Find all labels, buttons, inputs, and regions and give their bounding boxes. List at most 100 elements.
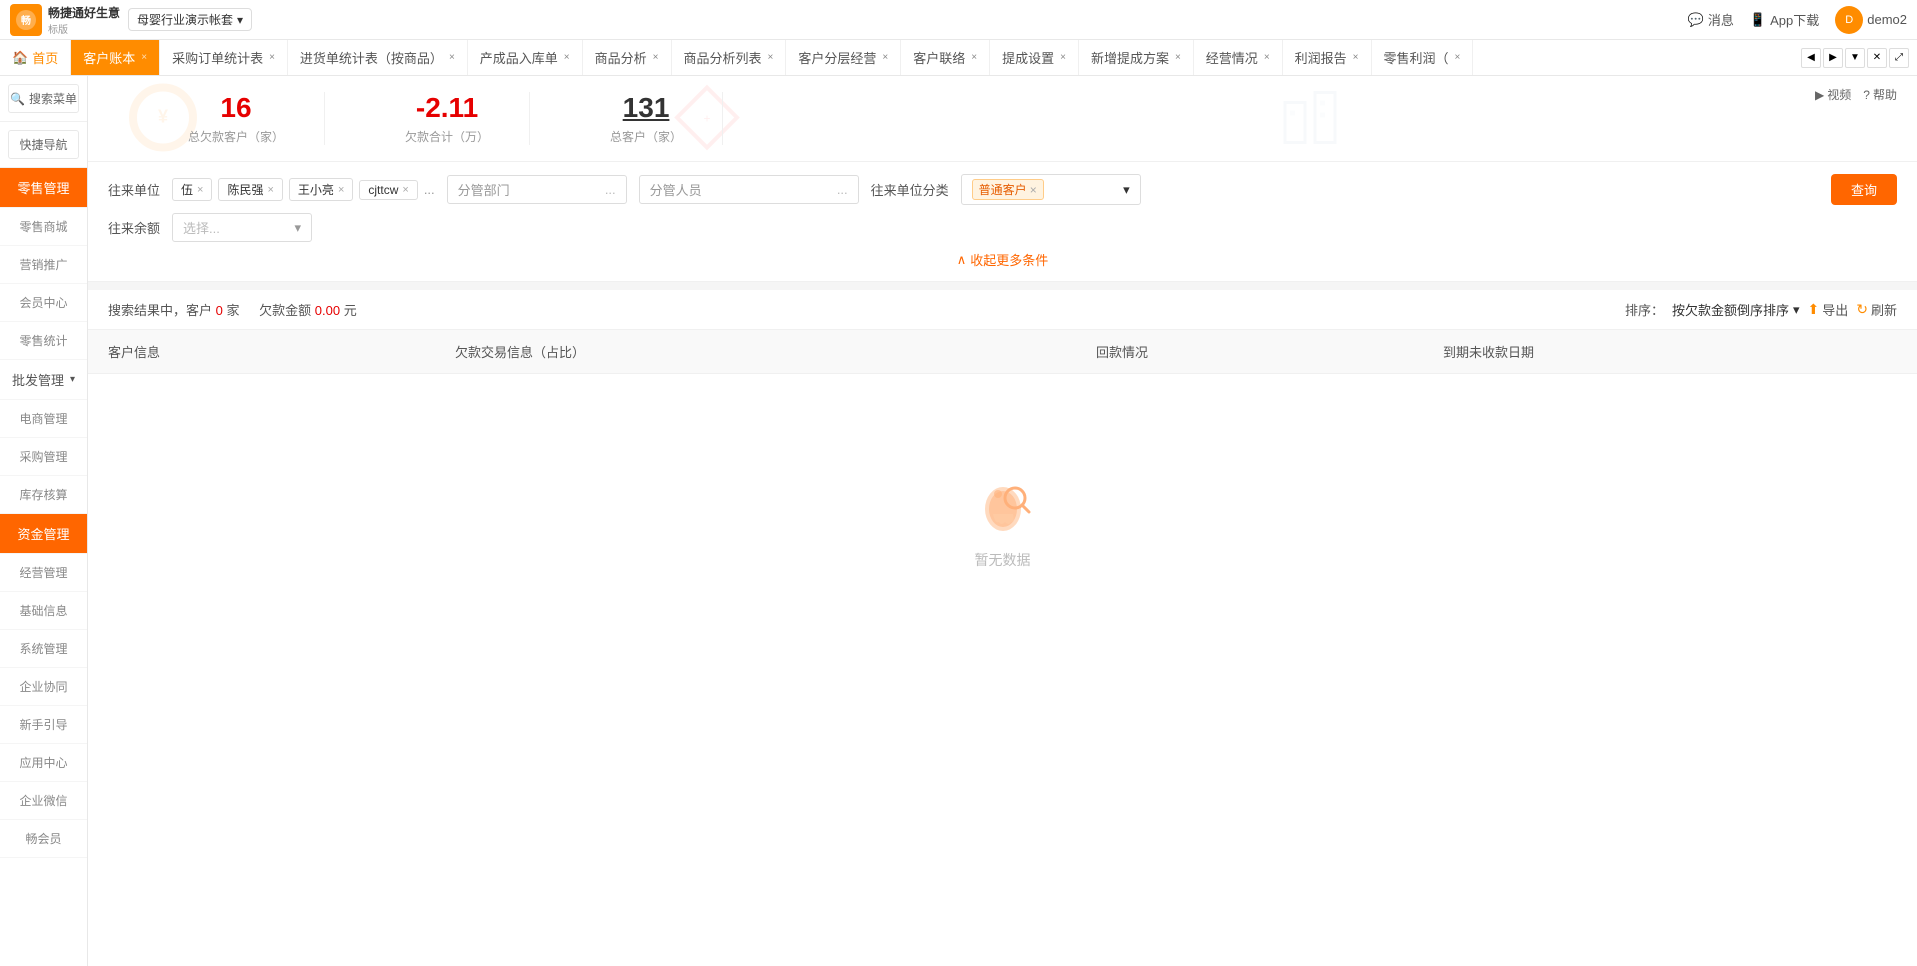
- sidebar-item-enterprise-wechat[interactable]: 企业微信: [0, 782, 87, 820]
- tab-production-in[interactable]: 产成品入库单 ×: [468, 40, 583, 76]
- sidebar-item-basic-info[interactable]: 基础信息: [0, 592, 87, 630]
- tab-home-label: 首页: [32, 48, 58, 67]
- close-icon[interactable]: ×: [1353, 52, 1359, 63]
- sidebar-item-capital-mgmt-label: 资金管理: [17, 524, 69, 543]
- refresh-btn[interactable]: ↻ 刷新: [1856, 300, 1897, 319]
- tab-next-btn[interactable]: ▶: [1823, 48, 1843, 68]
- amount-filter-label: 往来余额: [108, 218, 160, 237]
- empty-state: 暂无数据: [88, 374, 1917, 650]
- sidebar-item-system-mgmt-label: 系统管理: [19, 640, 67, 657]
- tab-close-all-btn[interactable]: ✕: [1867, 48, 1887, 68]
- sidebar-quick-area: 快捷导航: [0, 122, 87, 168]
- sidebar-item-inventory-check[interactable]: 库存核算: [0, 476, 87, 514]
- person-filter-select[interactable]: 分管人员 ...: [639, 175, 859, 204]
- close-icon[interactable]: ×: [653, 52, 659, 63]
- help-label: 帮助: [1873, 86, 1897, 103]
- tab-retail-profit[interactable]: 零售利润（ ×: [1372, 40, 1474, 76]
- close-icon[interactable]: ×: [768, 52, 774, 63]
- sidebar-item-retail-mgmt[interactable]: 零售管理: [0, 168, 87, 208]
- remove-tag-wang-btn[interactable]: ×: [338, 184, 344, 196]
- collapse-btn[interactable]: ∧ 收起更多条件: [957, 250, 1049, 269]
- sort-select[interactable]: 按欠款金额倒序排序 ▾: [1672, 300, 1800, 319]
- sidebar-item-wholesale-mgmt[interactable]: 批发管理 ▾: [0, 360, 87, 400]
- remove-tag-cj-btn[interactable]: ×: [402, 184, 408, 196]
- close-icon[interactable]: ×: [1175, 52, 1181, 63]
- tab-purchase-order[interactable]: 采购订单统计表 ×: [160, 40, 288, 76]
- message-label: 消息: [1708, 10, 1734, 29]
- filter-more-btn[interactable]: ...: [424, 182, 435, 197]
- remove-tag-wu-btn[interactable]: ×: [197, 184, 203, 196]
- sidebar-item-biz-mgmt[interactable]: 经营管理: [0, 554, 87, 592]
- tab-customer-contact[interactable]: 客户联络 ×: [901, 40, 990, 76]
- tab-goods-analysis[interactable]: 商品分析 ×: [583, 40, 672, 76]
- classify-filter-select[interactable]: 普通客户 × ▾: [961, 174, 1141, 205]
- sidebar-item-purchase-mgmt[interactable]: 采购管理: [0, 438, 87, 476]
- export-btn[interactable]: ⬆ 导出: [1808, 300, 1849, 319]
- chevron-down-icon: ▾: [1123, 182, 1130, 198]
- tab-customer-book[interactable]: 客户账本 ×: [71, 40, 160, 76]
- tab-stock-in[interactable]: 进货单统计表（按商品） ×: [288, 40, 468, 76]
- stat-total-customers2: 131 总客户（家）: [530, 92, 723, 145]
- message-btn[interactable]: 💬 消息: [1688, 10, 1734, 29]
- dept-filter-select[interactable]: 分管部门 ...: [447, 175, 627, 204]
- video-link[interactable]: ▶ 视频: [1815, 86, 1851, 103]
- sidebar-item-marketing[interactable]: 营销推广: [0, 246, 87, 284]
- remove-tag-chen-btn[interactable]: ×: [267, 184, 273, 196]
- sidebar-item-vip-member[interactable]: 畅会员: [0, 820, 87, 858]
- sidebar-item-app-center[interactable]: 应用中心: [0, 744, 87, 782]
- tab-fullscreen-btn[interactable]: ⤢: [1889, 48, 1909, 68]
- tab-purchase-order-label: 采购订单统计表: [172, 48, 263, 67]
- tab-raise-settings[interactable]: 提成设置 ×: [990, 40, 1079, 76]
- tab-prev-btn[interactable]: ◀: [1801, 48, 1821, 68]
- close-icon[interactable]: ×: [141, 52, 147, 63]
- close-icon[interactable]: ×: [269, 52, 275, 63]
- sort-option-label: 按欠款金额倒序排序: [1672, 300, 1789, 319]
- search-icon: 🔍: [10, 92, 25, 106]
- filter-tag-cj-text: cjttcw: [368, 183, 398, 197]
- tab-customer-layer[interactable]: 客户分层经营 ×: [786, 40, 901, 76]
- close-icon[interactable]: ×: [971, 52, 977, 63]
- sidebar-item-basic-info-label: 基础信息: [19, 602, 67, 619]
- sidebar-item-ecommerce-mgmt[interactable]: 电商管理: [0, 400, 87, 438]
- stat-total-customers2-number: 131: [623, 92, 670, 124]
- close-icon[interactable]: ×: [449, 52, 455, 63]
- close-icon[interactable]: ×: [1060, 52, 1066, 63]
- collapse-label: 收起更多条件: [970, 250, 1048, 269]
- sidebar-item-retail-mall[interactable]: 零售商城: [0, 208, 87, 246]
- filter-tag-wang: 王小亮 ×: [289, 178, 353, 201]
- quick-nav-btn[interactable]: 快捷导航: [8, 130, 79, 159]
- svg-text:畅: 畅: [21, 14, 31, 27]
- app-download-btn[interactable]: 📱 App下载: [1750, 10, 1819, 29]
- close-icon[interactable]: ×: [1455, 52, 1461, 63]
- sidebar-item-enterprise-coop[interactable]: 企业协同: [0, 668, 87, 706]
- user-avatar-area[interactable]: D demo2: [1835, 6, 1907, 34]
- sidebar-item-system-mgmt[interactable]: 系统管理: [0, 630, 87, 668]
- sidebar-item-retail-stats[interactable]: 零售统计: [0, 322, 87, 360]
- help-link[interactable]: ? 帮助: [1863, 86, 1897, 103]
- sidebar-item-capital-mgmt[interactable]: 资金管理: [0, 514, 87, 554]
- table-actions: 排序： 按欠款金额倒序排序 ▾ ⬆ 导出 ↻ 刷新: [1625, 300, 1897, 319]
- amount-filter-select[interactable]: 选择... ▾: [172, 213, 312, 242]
- close-icon[interactable]: ×: [882, 52, 888, 63]
- query-btn[interactable]: 查询: [1831, 174, 1897, 205]
- remove-classify-btn[interactable]: ×: [1030, 183, 1037, 197]
- sidebar-item-member-center[interactable]: 会员中心: [0, 284, 87, 322]
- close-icon[interactable]: ×: [564, 52, 570, 63]
- account-selector[interactable]: 母婴行业演示帐套 ▾: [128, 8, 252, 31]
- tab-home[interactable]: 🏠 首页: [0, 40, 71, 76]
- overdue-prefix: 欠款金额: [259, 303, 311, 318]
- tab-new-raise[interactable]: 新增提成方案 ×: [1079, 40, 1194, 76]
- tab-menu-btn[interactable]: ▼: [1845, 48, 1865, 68]
- export-icon: ⬆: [1808, 301, 1820, 318]
- tab-goods-analysis-list[interactable]: 商品分析列表 ×: [672, 40, 787, 76]
- filter-tag-wang-text: 王小亮: [298, 181, 334, 198]
- tab-biz-status[interactable]: 经营情况 ×: [1194, 40, 1283, 76]
- search-menu-btn[interactable]: 🔍 搜索菜单: [8, 84, 79, 113]
- app-label: App下载: [1770, 10, 1819, 29]
- sidebar-item-newbie-guide[interactable]: 新手引导: [0, 706, 87, 744]
- close-icon[interactable]: ×: [1264, 52, 1270, 63]
- stats-help: ▶ 视频 ? 帮助: [1815, 86, 1897, 103]
- sidebar-item-retail-mgmt-label: 零售管理: [17, 178, 69, 197]
- tab-profit-report[interactable]: 利润报告 ×: [1283, 40, 1372, 76]
- stat-overdue-amount: -2.11 欠款合计（万）: [325, 92, 530, 145]
